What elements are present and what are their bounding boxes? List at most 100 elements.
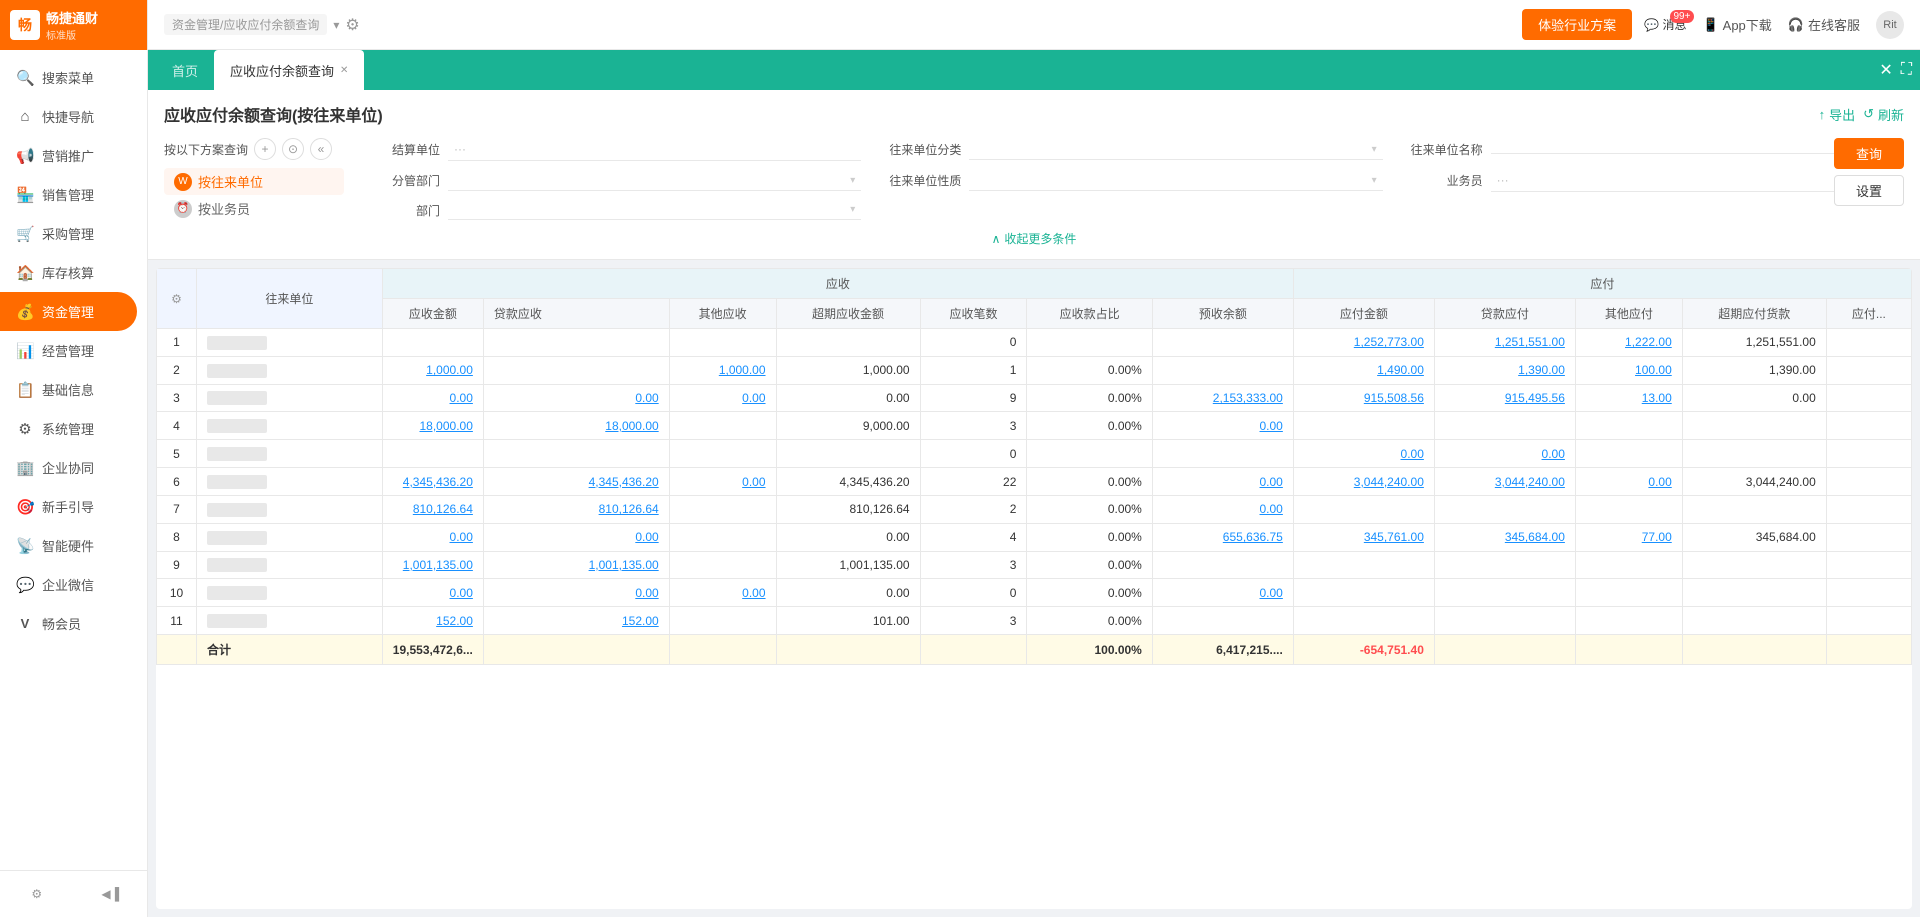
- row-ap-amount[interactable]: 0.00: [1293, 440, 1434, 468]
- download-icon: 📱: [1702, 17, 1718, 33]
- row-ap-loan[interactable]: 3,044,240.00: [1434, 468, 1575, 496]
- row-ar-loan[interactable]: 152.00: [483, 607, 669, 635]
- setting-button[interactable]: 设置: [1834, 175, 1904, 206]
- tab-home[interactable]: 首页: [156, 50, 214, 90]
- row-ap-loan[interactable]: 1,251,551.00: [1434, 329, 1575, 357]
- row-ap-amount[interactable]: 3,044,240.00: [1293, 468, 1434, 496]
- row-ar-loan[interactable]: 0.00: [483, 384, 669, 412]
- row-ar-amount[interactable]: 1,000.00: [382, 356, 483, 384]
- row-ar-other[interactable]: 0.00: [669, 579, 776, 607]
- row-ar-loan[interactable]: 18,000.00: [483, 412, 669, 440]
- solution-button[interactable]: 体验行业方案: [1522, 9, 1632, 40]
- row-ar-amount[interactable]: 0.00: [382, 384, 483, 412]
- sidebar-item-purchase[interactable]: 🛒 采购管理: [0, 214, 147, 253]
- online-service-button[interactable]: 🎧 在线客服: [1788, 15, 1860, 34]
- app-download-button[interactable]: 📱 App下载: [1702, 15, 1771, 34]
- col-group-ar: 应收: [382, 269, 1293, 299]
- row-ap-amount[interactable]: 345,761.00: [1293, 523, 1434, 551]
- export-button[interactable]: ↑ 导出: [1819, 105, 1856, 124]
- add-scheme-button[interactable]: +: [254, 138, 276, 160]
- staff-dots: ···: [1497, 173, 1509, 187]
- row-ar-amount[interactable]: 4,345,436.20: [382, 468, 483, 496]
- row-ap-amount[interactable]: 915,508.56: [1293, 384, 1434, 412]
- row-ap-loan[interactable]: 345,684.00: [1434, 523, 1575, 551]
- row-ap-other[interactable]: 0.00: [1575, 468, 1682, 496]
- sidebar-item-search[interactable]: 🔍 搜索菜单: [0, 58, 147, 97]
- row-ar-other[interactable]: 1,000.00: [669, 356, 776, 384]
- sidebar-item-marketing[interactable]: 📢 营销推广: [0, 136, 147, 175]
- row-ar-amount[interactable]: 810,126.64: [382, 495, 483, 523]
- edit-scheme-button[interactable]: ⊙: [282, 138, 304, 160]
- row-ap-other[interactable]: 13.00: [1575, 384, 1682, 412]
- table-settings-icon[interactable]: ⚙: [171, 292, 182, 306]
- sidebar-item-wechat[interactable]: 💬 企业微信: [0, 565, 147, 604]
- tab-close-icon[interactable]: ✕: [340, 65, 348, 76]
- query-button[interactable]: 查询: [1834, 138, 1904, 169]
- sidebar-settings-button[interactable]: ⚙: [0, 879, 74, 909]
- sidebar-item-inventory[interactable]: 🏠 库存核算: [0, 253, 147, 292]
- col-partner: 往来单位: [197, 269, 383, 329]
- gear-icon[interactable]: ⚙: [345, 15, 359, 35]
- sidebar-item-basic[interactable]: 📋 基础信息: [0, 370, 147, 409]
- sidebar-item-sales[interactable]: 🏪 销售管理: [0, 175, 147, 214]
- row-ar-loan[interactable]: 0.00: [483, 523, 669, 551]
- tab-close-all-icon[interactable]: ✕: [1879, 60, 1892, 80]
- user-avatar[interactable]: Rit: [1876, 11, 1904, 39]
- row-ap-other[interactable]: 100.00: [1575, 356, 1682, 384]
- jiesuan-unit-input[interactable]: ···: [448, 138, 861, 161]
- sidebar-item-guide[interactable]: 🎯 新手引导: [0, 487, 147, 526]
- sidebar-collapse-button[interactable]: ◀▐: [74, 879, 148, 909]
- row-ar-other: [669, 329, 776, 357]
- row-prepay[interactable]: 0.00: [1152, 468, 1293, 496]
- row-ap-loan[interactable]: 0.00: [1434, 440, 1575, 468]
- row-ar-loan[interactable]: 0.00: [483, 579, 669, 607]
- scheme-bystaff[interactable]: ⏰ 按业务员: [164, 195, 344, 222]
- row-ar-amount[interactable]: 18,000.00: [382, 412, 483, 440]
- row-ap-other: [1575, 551, 1682, 579]
- refresh-button[interactable]: ↺ 刷新: [1863, 105, 1904, 124]
- dept-input[interactable]: ▾: [448, 171, 861, 191]
- scheme-bypartner[interactable]: W 按往来单位: [164, 168, 344, 195]
- row-prepay[interactable]: 655,636.75: [1152, 523, 1293, 551]
- sidebar-item-finance[interactable]: 💰 资金管理: [0, 292, 137, 331]
- row-ar-amount[interactable]: 1,001,135.00: [382, 551, 483, 579]
- row-ar-loan[interactable]: 1,001,135.00: [483, 551, 669, 579]
- partner-category-input[interactable]: ▾: [969, 140, 1382, 160]
- footer-empty: [157, 635, 197, 665]
- collapse-button[interactable]: ∧ 收起更多条件: [164, 230, 1904, 247]
- row-prepay[interactable]: 2,153,333.00: [1152, 384, 1293, 412]
- inventory-icon: 🏠: [16, 264, 34, 282]
- row-ap-other[interactable]: 1,222.00: [1575, 329, 1682, 357]
- sidebar-item-vip[interactable]: V 畅会员: [0, 604, 147, 643]
- tab-expand-icon[interactable]: ⛶: [1901, 61, 1912, 79]
- row-prepay[interactable]: 0.00: [1152, 579, 1293, 607]
- partner-nature-input[interactable]: ▾: [969, 171, 1382, 191]
- chevron-down-icon[interactable]: ▾: [333, 18, 339, 32]
- row-no: 10: [157, 579, 197, 607]
- col-settings[interactable]: ⚙: [157, 269, 197, 329]
- row-ap-amount: [1293, 495, 1434, 523]
- sidebar-item-hardware[interactable]: 📡 智能硬件: [0, 526, 147, 565]
- message-button[interactable]: 💬 消息 99+: [1644, 16, 1686, 33]
- row-ap-amount[interactable]: 1,252,773.00: [1293, 329, 1434, 357]
- row-ap-loan[interactable]: 1,390.00: [1434, 356, 1575, 384]
- tab-arquery[interactable]: 应收应付余额查询 ✕: [214, 50, 364, 90]
- sidebar-item-operation[interactable]: 📊 经营管理: [0, 331, 147, 370]
- row-ar-loan[interactable]: 4,345,436.20: [483, 468, 669, 496]
- row-prepay[interactable]: 0.00: [1152, 412, 1293, 440]
- sidebar-item-quicknav[interactable]: ⌂ 快捷导航: [0, 97, 147, 136]
- row-prepay[interactable]: 0.00: [1152, 495, 1293, 523]
- row-ar-other[interactable]: 0.00: [669, 384, 776, 412]
- sidebar-item-system[interactable]: ⚙ 系统管理: [0, 409, 147, 448]
- department-input[interactable]: ▾: [448, 200, 861, 220]
- row-ap-loan[interactable]: 915,495.56: [1434, 384, 1575, 412]
- row-ar-amount[interactable]: 152.00: [382, 607, 483, 635]
- row-ar-amount[interactable]: 0.00: [382, 523, 483, 551]
- row-ar-other[interactable]: 0.00: [669, 468, 776, 496]
- sidebar-item-corp[interactable]: 🏢 企业协同: [0, 448, 147, 487]
- more-scheme-button[interactable]: «: [310, 138, 332, 160]
- row-ar-amount[interactable]: 0.00: [382, 579, 483, 607]
- row-ap-amount[interactable]: 1,490.00: [1293, 356, 1434, 384]
- row-ar-loan[interactable]: 810,126.64: [483, 495, 669, 523]
- row-ap-other[interactable]: 77.00: [1575, 523, 1682, 551]
